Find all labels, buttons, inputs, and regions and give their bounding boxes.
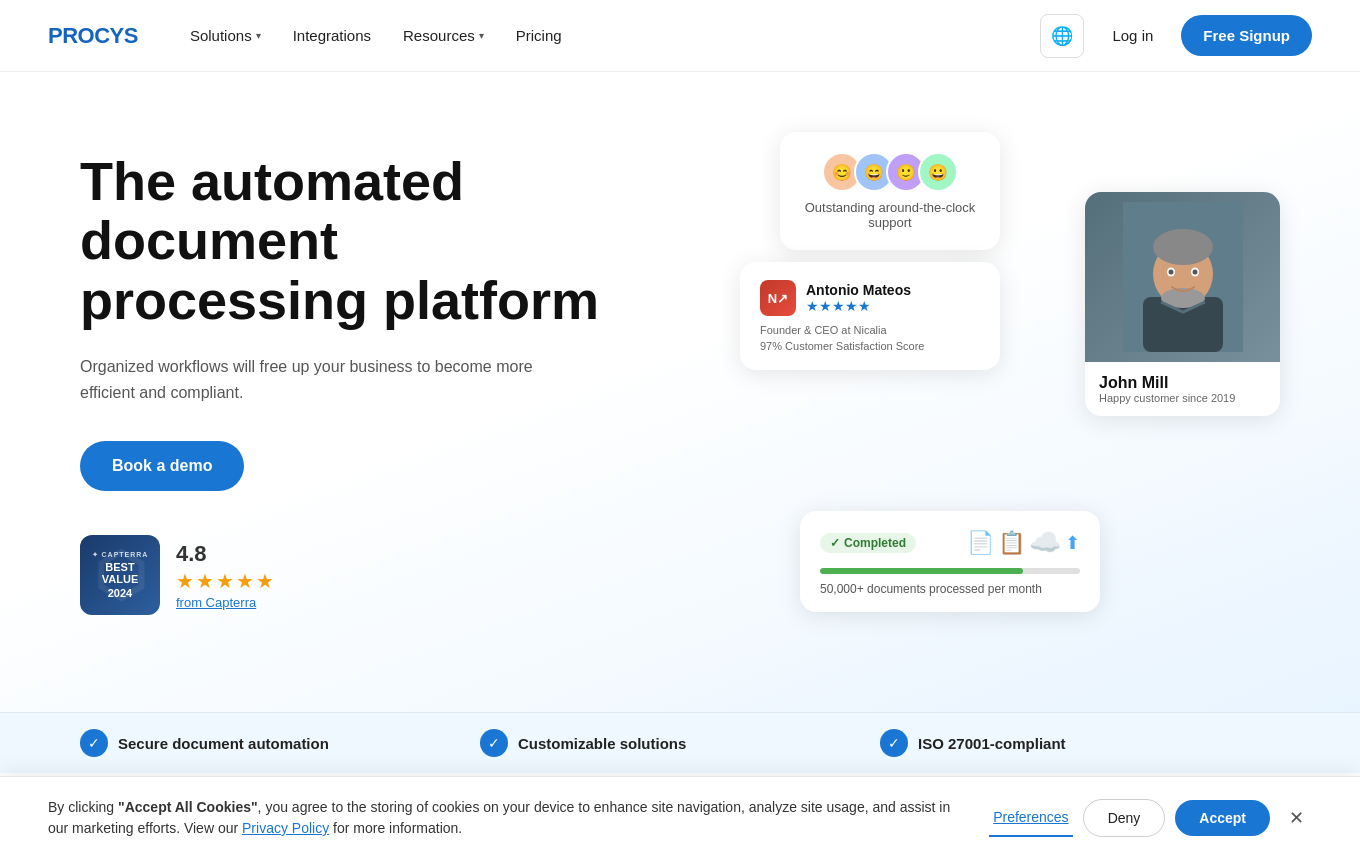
upload-arrow-icon: ⬆ xyxy=(1065,532,1080,554)
hero-right: 😊 😄 🙂 😀 Outstanding around-the-clock sup… xyxy=(740,132,1280,632)
feature-item: ✓ Secure document automation xyxy=(80,729,480,757)
capterra-best-value: BEST VALUE xyxy=(86,561,154,585)
testimonial-role: Founder & CEO at Nicalia xyxy=(760,324,980,336)
nav-link-pricing[interactable]: Pricing xyxy=(504,19,574,52)
support-text: Outstanding around-the-clock support xyxy=(800,200,980,230)
feature-label: Customizable solutions xyxy=(518,735,686,752)
capterra-stars: 4.8 ★★★★★ from Capterra xyxy=(176,541,276,610)
brand-logo[interactable]: PROCYS xyxy=(48,23,138,49)
svg-point-3 xyxy=(1153,229,1213,265)
check-icon: ✓ xyxy=(80,729,108,757)
privacy-policy-link[interactable]: Privacy Policy xyxy=(242,820,329,836)
hero-section: The automated document processing platfo… xyxy=(0,72,1360,712)
testimonial-stars: ★★★★★ xyxy=(806,298,911,314)
nav-right: 🌐 Log in Free Signup xyxy=(1040,14,1312,58)
nav-link-integrations[interactable]: Integrations xyxy=(281,19,383,52)
capterra-badge: ✦ CAPTERRA BEST VALUE 2024 xyxy=(80,535,160,615)
person-photo xyxy=(1085,192,1280,362)
nav-link-resources[interactable]: Resources ▾ xyxy=(391,19,496,52)
deny-button[interactable]: Deny xyxy=(1083,799,1166,837)
capterra-link[interactable]: from Capterra xyxy=(176,595,276,610)
feature-label: Secure document automation xyxy=(118,735,329,752)
accept-button[interactable]: Accept xyxy=(1175,800,1270,836)
feature-item: ✓ Customizable solutions xyxy=(480,729,880,757)
svg-point-7 xyxy=(1168,270,1173,275)
cloud-upload-icon: ☁️ xyxy=(1029,527,1061,558)
person-name: John Mill xyxy=(1099,374,1266,392)
testimonial-name: Antonio Mateos xyxy=(806,282,911,298)
avatar: 😀 xyxy=(918,152,958,192)
nav-links: Solutions ▾ Integrations Resources ▾ Pri… xyxy=(178,19,1041,52)
cookie-banner: By clicking "Accept All Cookies", you ag… xyxy=(0,776,1360,859)
support-avatars: 😊 😄 🙂 😀 xyxy=(822,152,958,192)
navbar: PROCYS Solutions ▾ Integrations Resource… xyxy=(0,0,1360,72)
person-desc: Happy customer since 2019 xyxy=(1099,392,1266,404)
language-button[interactable]: 🌐 xyxy=(1040,14,1084,58)
progress-fill xyxy=(820,568,1023,574)
cookie-actions: Preferences Deny Accept ✕ xyxy=(989,799,1312,837)
processing-text: 50,000+ documents processed per month xyxy=(820,582,1080,596)
document-icon: 📋 xyxy=(998,530,1025,556)
check-icon: ✓ xyxy=(480,729,508,757)
processing-header: Completed 📄 📋 ☁️ ⬆ xyxy=(820,527,1080,558)
testimonial-header: N↗ Antonio Mateos ★★★★★ xyxy=(760,280,980,316)
hero-subtitle: Organized workflows will free up your bu… xyxy=(80,354,580,405)
document-icon: 📄 xyxy=(967,530,994,556)
chevron-down-icon: ▾ xyxy=(479,30,484,41)
close-button[interactable]: ✕ xyxy=(1280,802,1312,834)
card-support: 😊 😄 🙂 😀 Outstanding around-the-clock sup… xyxy=(780,132,1000,250)
cookie-text: By clicking "Accept All Cookies", you ag… xyxy=(48,797,965,839)
chevron-down-icon: ▾ xyxy=(256,30,261,41)
feature-label: ISO 27001-compliant xyxy=(918,735,1066,752)
completed-badge: Completed xyxy=(820,533,916,553)
nav-link-solutions[interactable]: Solutions ▾ xyxy=(178,19,273,52)
card-testimonial: N↗ Antonio Mateos ★★★★★ Founder & CEO at… xyxy=(740,262,1000,370)
book-demo-button[interactable]: Book a demo xyxy=(80,441,244,491)
globe-icon: 🌐 xyxy=(1051,25,1073,47)
capterra-row: ✦ CAPTERRA BEST VALUE 2024 4.8 ★★★★★ fro… xyxy=(80,535,740,615)
signup-button[interactable]: Free Signup xyxy=(1181,15,1312,56)
login-button[interactable]: Log in xyxy=(1092,17,1173,54)
check-icon: ✓ xyxy=(880,729,908,757)
hero-title: The automated document processing platfo… xyxy=(80,152,640,330)
nicalia-logo: N↗ xyxy=(760,280,796,316)
progress-bar xyxy=(820,568,1080,574)
svg-point-8 xyxy=(1192,270,1197,275)
testimonial-score: 97% Customer Satisfaction Score xyxy=(760,340,980,352)
preferences-link[interactable]: Preferences xyxy=(989,799,1072,837)
feature-item: ✓ ISO 27001-compliant xyxy=(880,729,1280,757)
close-icon: ✕ xyxy=(1289,807,1304,829)
stars-icon: ★★★★★ xyxy=(176,569,276,593)
hero-left: The automated document processing platfo… xyxy=(80,132,740,615)
card-person: John Mill Happy customer since 2019 xyxy=(1085,192,1280,416)
card-processing: Completed 📄 📋 ☁️ ⬆ 50,000+ documents pro… xyxy=(800,511,1100,612)
capterra-year: 2024 xyxy=(108,587,132,599)
features-row: ✓ Secure document automation ✓ Customiza… xyxy=(0,712,1360,773)
capterra-rating: 4.8 xyxy=(176,541,276,567)
